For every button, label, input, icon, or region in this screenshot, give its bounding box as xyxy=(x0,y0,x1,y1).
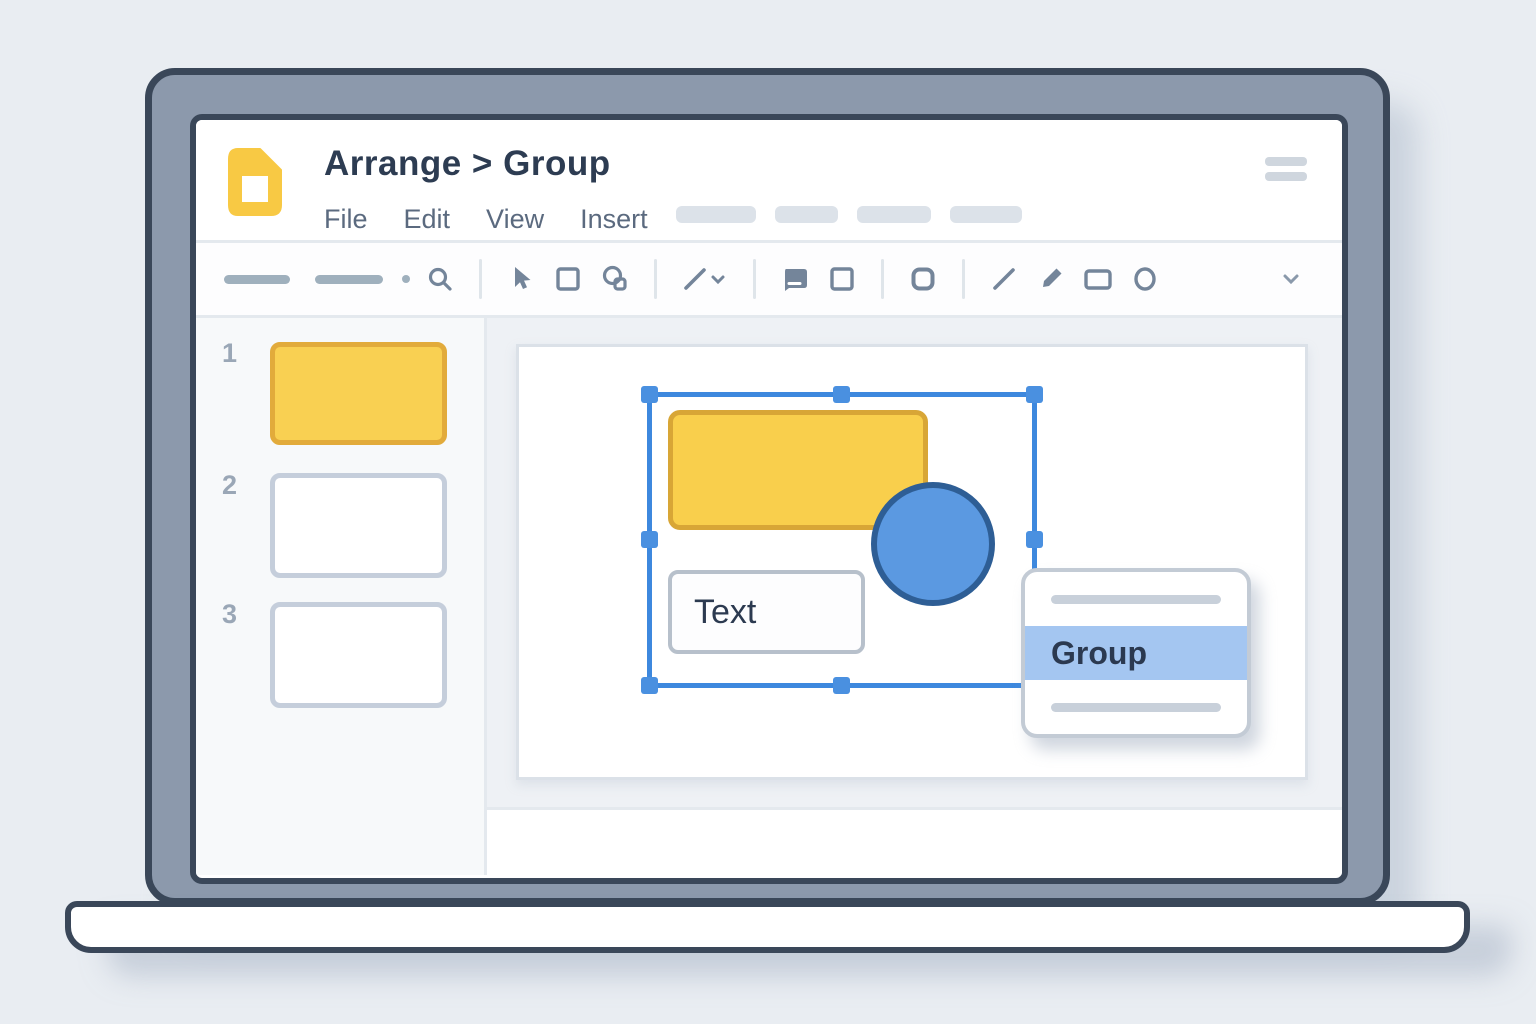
line-icon[interactable] xyxy=(987,262,1021,296)
context-menu: Group xyxy=(1021,568,1251,738)
selection-handle[interactable] xyxy=(641,531,658,548)
toolbar-divider xyxy=(881,259,884,299)
dot-icon xyxy=(402,275,410,283)
slides-logo-icon xyxy=(228,148,282,216)
context-menu-item-group[interactable]: Group xyxy=(1025,626,1247,680)
pen-icon[interactable] xyxy=(1034,262,1068,296)
hamburger-menu-icon[interactable] xyxy=(1265,157,1307,181)
slide-number: 3 xyxy=(222,599,238,629)
shapes-icon[interactable] xyxy=(598,262,632,296)
rectangle-icon[interactable] xyxy=(1081,262,1115,296)
menu-bar: File Edit View Insert xyxy=(324,204,648,235)
page-title: Arrange > Group xyxy=(324,144,611,183)
menu-item-placeholder[interactable] xyxy=(950,206,1022,223)
slide-number: 2 xyxy=(222,470,238,500)
app-window: Arrange > Group File Edit View Insert 1 … xyxy=(190,114,1348,884)
menu-item-view[interactable]: View xyxy=(486,204,544,235)
toolbar xyxy=(196,243,1342,318)
slide-thumbnail-2[interactable] xyxy=(270,473,447,578)
zoom-icon[interactable] xyxy=(423,262,457,296)
slide-thumbnail-3[interactable] xyxy=(270,602,447,708)
menu-item-placeholder[interactable] xyxy=(857,206,931,223)
group-menu-label: Group xyxy=(1051,634,1147,671)
toolbar-divider xyxy=(479,259,482,299)
selection-handle[interactable] xyxy=(1026,386,1043,403)
text-box-shape[interactable]: Text xyxy=(668,570,865,654)
slide-thumbnail-1[interactable] xyxy=(270,342,447,445)
blue-circle-shape[interactable] xyxy=(871,482,995,606)
context-menu-item-placeholder[interactable] xyxy=(1025,680,1247,734)
frame-icon[interactable] xyxy=(825,262,859,296)
selection-handle[interactable] xyxy=(833,386,850,403)
ellipse-icon[interactable] xyxy=(1128,262,1162,296)
selection-handle[interactable] xyxy=(641,677,658,694)
toolbar-divider xyxy=(753,259,756,299)
menu-item-placeholder[interactable] xyxy=(775,206,838,223)
illustration-stage: Arrange > Group File Edit View Insert 1 … xyxy=(0,0,1536,1024)
line-weight-sample[interactable] xyxy=(315,274,383,284)
cursor-icon[interactable] xyxy=(504,262,538,296)
toolbar-divider xyxy=(962,259,965,299)
menu-item-placeholder-bar xyxy=(1051,594,1221,604)
chevron-down-icon[interactable] xyxy=(1274,262,1308,296)
text-box-icon[interactable] xyxy=(778,262,812,296)
menu-item-file[interactable]: File xyxy=(324,204,368,235)
line-weight-sample[interactable] xyxy=(224,274,290,284)
rect-select-icon[interactable] xyxy=(551,262,585,296)
menu-item-insert[interactable]: Insert xyxy=(580,204,648,235)
app-header: Arrange > Group File Edit View Insert xyxy=(196,120,1342,243)
selection-handle[interactable] xyxy=(833,677,850,694)
image-icon[interactable] xyxy=(906,262,940,296)
menu-item-placeholder-bar xyxy=(1051,702,1221,712)
bottom-strip xyxy=(487,807,1342,875)
menu-placeholders xyxy=(676,206,1022,223)
slides-panel: 1 2 3 xyxy=(196,318,487,875)
laptop-base xyxy=(65,901,1470,953)
app-body: 1 2 3 Text Group xyxy=(196,318,1342,875)
canvas-area: Text Group xyxy=(487,318,1342,807)
selection-handle[interactable] xyxy=(1026,531,1043,548)
toolbar-divider xyxy=(654,259,657,299)
menu-item-edit[interactable]: Edit xyxy=(404,204,451,235)
line-tool-icon[interactable] xyxy=(679,262,731,296)
text-shape-label: Text xyxy=(694,592,757,631)
slide-canvas[interactable]: Text Group xyxy=(516,344,1308,780)
menu-item-placeholder[interactable] xyxy=(676,206,756,223)
work-area: Text Group xyxy=(487,318,1342,875)
context-menu-item-placeholder[interactable] xyxy=(1025,572,1247,626)
slide-number: 1 xyxy=(222,338,238,368)
selection-handle[interactable] xyxy=(641,386,658,403)
